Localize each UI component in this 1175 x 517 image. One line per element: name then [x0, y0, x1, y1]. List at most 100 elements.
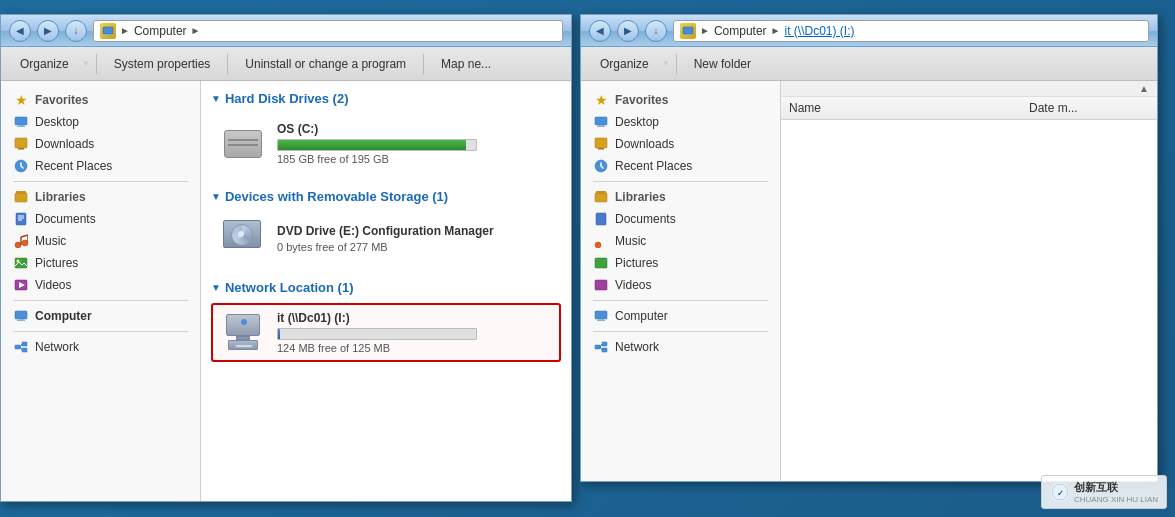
sidebar-item-documents-2[interactable]: Documents: [581, 208, 780, 230]
watermark-cn: 创新互联: [1074, 480, 1158, 495]
drive-i-info: it (\\Dc01) (I:) 124 MB free of 125 MB: [277, 311, 551, 354]
documents-label-2: Documents: [615, 212, 676, 226]
svg-line-52: [600, 347, 602, 350]
up-button-2[interactable]: ↓: [645, 20, 667, 42]
forward-button-2[interactable]: ▶: [617, 20, 639, 42]
drive-network-i[interactable]: it (\\Dc01) (I:) 124 MB free of 125 MB: [211, 303, 561, 362]
pictures-label-1: Pictures: [35, 256, 78, 270]
back-button-2[interactable]: ◀: [589, 20, 611, 42]
sidebar-item-pictures-1[interactable]: Pictures: [1, 252, 200, 274]
system-properties-btn[interactable]: System properties: [103, 51, 222, 77]
sidebar-item-network-1[interactable]: Network: [1, 336, 200, 358]
svg-rect-33: [595, 117, 607, 125]
sidebar-item-music-1[interactable]: Music: [1, 230, 200, 252]
sidebar-item-downloads-2[interactable]: Downloads: [581, 133, 780, 155]
drive-c[interactable]: OS (C:) 185 GB free of 195 GB: [211, 114, 561, 173]
videos-icon-1: [13, 277, 29, 293]
sidebar-item-videos-2[interactable]: Videos: [581, 274, 780, 296]
up-button[interactable]: ↓: [65, 20, 87, 42]
col-name-header[interactable]: Name: [789, 101, 1029, 115]
breadcrumb-arrow-2: ►: [191, 25, 201, 36]
sidebar-item-music-2[interactable]: Music: [581, 230, 780, 252]
star-icon-2: ★: [593, 92, 609, 108]
watermark: ✓ 创新互联 CHUANG XIN HU LIAN: [1041, 475, 1167, 509]
svg-rect-26: [15, 345, 20, 349]
drive-c-info: OS (C:) 185 GB free of 195 GB: [277, 122, 551, 165]
svg-rect-37: [598, 148, 604, 150]
divider-1: [13, 181, 188, 182]
forward-button[interactable]: ▶: [37, 20, 59, 42]
drive-dvd-free: 0 bytes free of 277 MB: [277, 241, 551, 253]
col-date-header[interactable]: Date m...: [1029, 101, 1149, 115]
organize-btn-2[interactable]: Organize: [589, 51, 660, 77]
breadcrumb-arrow-1: ►: [120, 25, 130, 36]
sidebar-item-desktop-2[interactable]: Desktop: [581, 111, 780, 133]
new-folder-btn[interactable]: New folder: [683, 51, 762, 77]
organize-btn-1[interactable]: Organize: [9, 51, 80, 77]
back-button[interactable]: ◀: [9, 20, 31, 42]
libraries-section-2: Libraries Documents Music: [581, 186, 780, 296]
watermark-text: 创新互联 CHUANG XIN HU LIAN: [1074, 480, 1158, 504]
sidebar-item-pictures-2[interactable]: Pictures: [581, 252, 780, 274]
map-network-btn[interactable]: Map ne...: [430, 51, 502, 77]
empty-content-area: [781, 120, 1157, 481]
drive-i-progress: [277, 328, 477, 340]
music-icon-1: [13, 233, 29, 249]
address-bar-1[interactable]: ► Computer ►: [93, 20, 563, 42]
divider-2: [13, 300, 188, 301]
svg-rect-0: [103, 27, 113, 34]
svg-rect-34: [598, 125, 604, 126]
sidebar-item-network-2[interactable]: Network: [581, 336, 780, 358]
toolbar-sep-1: [96, 54, 97, 74]
computer-label-1: Computer: [35, 309, 92, 323]
desktop-icon-2: [593, 114, 609, 130]
drive-dvd-name: DVD Drive (E:) Configuration Manager: [277, 224, 551, 238]
network-icon-1: [13, 339, 29, 355]
svg-rect-49: [602, 342, 607, 346]
drive-dvd[interactable]: DVD Drive (E:) Configuration Manager 0 b…: [211, 212, 561, 264]
window-network-drive: ◀ ▶ ↓ ► Computer ► it (\\Dc01) (I:) Orga…: [580, 14, 1158, 482]
address-bar-2[interactable]: ► Computer ► it (\\Dc01) (I:): [673, 20, 1149, 42]
toolbar-2: Organize ▼ New folder: [581, 47, 1157, 81]
computer-sidebar-icon-1: [13, 308, 29, 324]
sidebar-item-recent-1[interactable]: Recent Places: [1, 155, 200, 177]
content-2: ★ Favorites Desktop Downloads: [581, 81, 1157, 481]
pictures-icon-2: [593, 255, 609, 271]
sidebar-item-computer-1[interactable]: Computer: [1, 305, 200, 327]
music-icon-2: [593, 233, 609, 249]
removable-section-title: ▼ Devices with Removable Storage (1): [211, 189, 561, 204]
sidebar-item-recent-2[interactable]: Recent Places: [581, 155, 780, 177]
uninstall-btn[interactable]: Uninstall or change a program: [234, 51, 417, 77]
sidebar-item-desktop-1[interactable]: Desktop: [1, 111, 200, 133]
network-icon-2: [593, 339, 609, 355]
svg-rect-19: [15, 258, 27, 268]
videos-label-2: Videos: [615, 278, 651, 292]
svg-rect-8: [15, 193, 27, 202]
sidebar-libraries-header-2: Libraries: [581, 186, 780, 208]
toolbar-sep-3: [423, 54, 424, 74]
sidebar-favorites-header-2: ★ Favorites: [581, 89, 780, 111]
svg-rect-39: [595, 193, 607, 202]
watermark-en: CHUANG XIN HU LIAN: [1074, 495, 1158, 504]
svg-rect-50: [602, 348, 607, 352]
sidebar-item-videos-1[interactable]: Videos: [1, 274, 200, 296]
breadcrumb-computer[interactable]: Computer: [134, 24, 187, 38]
sidebar-item-downloads-1[interactable]: Downloads: [1, 133, 200, 155]
breadcrumb-arrow-4: ►: [771, 25, 781, 36]
column-headers: Name Date m...: [781, 97, 1157, 120]
svg-rect-35: [597, 126, 605, 127]
sidebar-item-computer-2[interactable]: Computer: [581, 305, 780, 327]
drive-i-free: 124 MB free of 125 MB: [277, 342, 551, 354]
drive-dvd-info: DVD Drive (E:) Configuration Manager 0 b…: [277, 224, 551, 253]
hdd-section-title: ▼ Hard Disk Drives (2): [211, 91, 561, 106]
pictures-icon-1: [13, 255, 29, 271]
network-section-title: ▼ Network Location (1): [211, 280, 561, 295]
svg-rect-1: [105, 34, 111, 36]
svg-rect-9: [16, 191, 26, 194]
drive-i-name: it (\\Dc01) (I:): [277, 311, 551, 325]
libraries-label-1[interactable]: Libraries: [35, 190, 86, 204]
videos-icon-2: [593, 277, 609, 293]
libraries-label-2[interactable]: Libraries: [615, 190, 666, 204]
sidebar-item-documents-1[interactable]: Documents: [1, 208, 200, 230]
drive-c-free: 185 GB free of 195 GB: [277, 153, 551, 165]
